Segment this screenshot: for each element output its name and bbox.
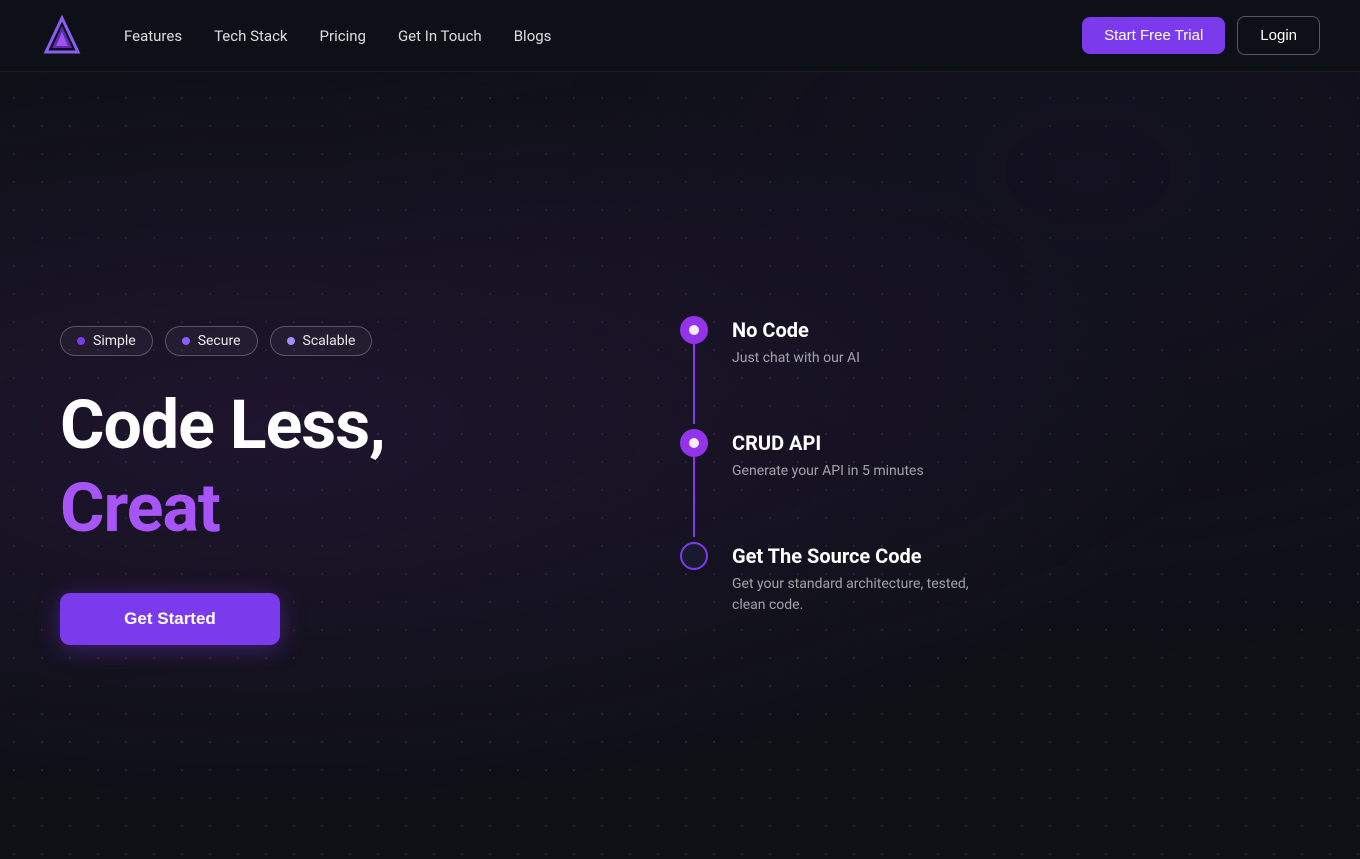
logo[interactable] <box>40 14 84 58</box>
timeline-content-1: No Code Just chat with our AI <box>732 316 860 429</box>
nav-link-tech-stack[interactable]: Tech Stack <box>214 27 287 45</box>
login-button[interactable]: Login <box>1237 16 1320 55</box>
timeline-line-1 <box>693 344 695 424</box>
hero-section: Simple Secure Scalable Code Less, Creat … <box>0 72 1360 859</box>
timeline-desc-1: Just chat with our AI <box>732 348 860 369</box>
hero-title-line1: Code Less, <box>60 388 640 463</box>
badge-secure-label: Secure <box>198 333 241 349</box>
start-free-trial-button[interactable]: Start Free Trial <box>1082 17 1225 54</box>
timeline: No Code Just chat with our AI CRUD API G… <box>680 316 1000 616</box>
timeline-content-2: CRUD API Generate your API in 5 minutes <box>732 429 924 542</box>
timeline-desc-3: Get your standard architecture, tested, … <box>732 574 1000 616</box>
navbar: Features Tech Stack Pricing Get In Touch… <box>0 0 1360 72</box>
hero-left: Simple Secure Scalable Code Less, Creat … <box>60 72 640 859</box>
nav-right: Start Free Trial Login <box>1082 16 1320 55</box>
badge-scalable: Scalable <box>270 326 373 356</box>
timeline-desc-2: Generate your API in 5 minutes <box>732 461 924 482</box>
nav-left: Features Tech Stack Pricing Get In Touch… <box>40 14 551 58</box>
timeline-connector-1 <box>680 316 708 424</box>
badge-secure: Secure <box>165 326 258 356</box>
timeline-item-no-code: No Code Just chat with our AI <box>680 316 1000 429</box>
timeline-title-2: CRUD API <box>732 431 924 455</box>
timeline-circle-1 <box>680 316 708 344</box>
timeline-item-crud-api: CRUD API Generate your API in 5 minutes <box>680 429 1000 542</box>
badge-dot-simple <box>77 337 85 345</box>
timeline-content-3: Get The Source Code Get your standard ar… <box>732 542 1000 616</box>
timeline-circle-3 <box>680 542 708 570</box>
get-started-button[interactable]: Get Started <box>60 593 280 645</box>
timeline-title-1: No Code <box>732 318 860 342</box>
badge-group: Simple Secure Scalable <box>60 326 640 356</box>
badge-dot-secure <box>182 337 190 345</box>
timeline-connector-2 <box>680 429 708 537</box>
hero-title-line2: Creat <box>60 471 640 546</box>
badge-dot-scalable <box>287 337 295 345</box>
badge-simple: Simple <box>60 326 153 356</box>
badge-scalable-label: Scalable <box>303 333 356 349</box>
nav-link-features[interactable]: Features <box>124 27 182 45</box>
timeline-connector-3 <box>680 542 708 570</box>
timeline-line-2 <box>693 457 695 537</box>
nav-link-blogs[interactable]: Blogs <box>514 27 552 45</box>
badge-simple-label: Simple <box>93 333 136 349</box>
nav-link-get-in-touch[interactable]: Get In Touch <box>398 27 482 45</box>
timeline-item-source-code: Get The Source Code Get your standard ar… <box>680 542 1000 616</box>
nav-links: Features Tech Stack Pricing Get In Touch… <box>124 27 551 45</box>
hero-right: No Code Just chat with our AI CRUD API G… <box>640 72 1000 859</box>
nav-link-pricing[interactable]: Pricing <box>320 27 366 45</box>
timeline-circle-2 <box>680 429 708 457</box>
timeline-title-3: Get The Source Code <box>732 544 1000 568</box>
